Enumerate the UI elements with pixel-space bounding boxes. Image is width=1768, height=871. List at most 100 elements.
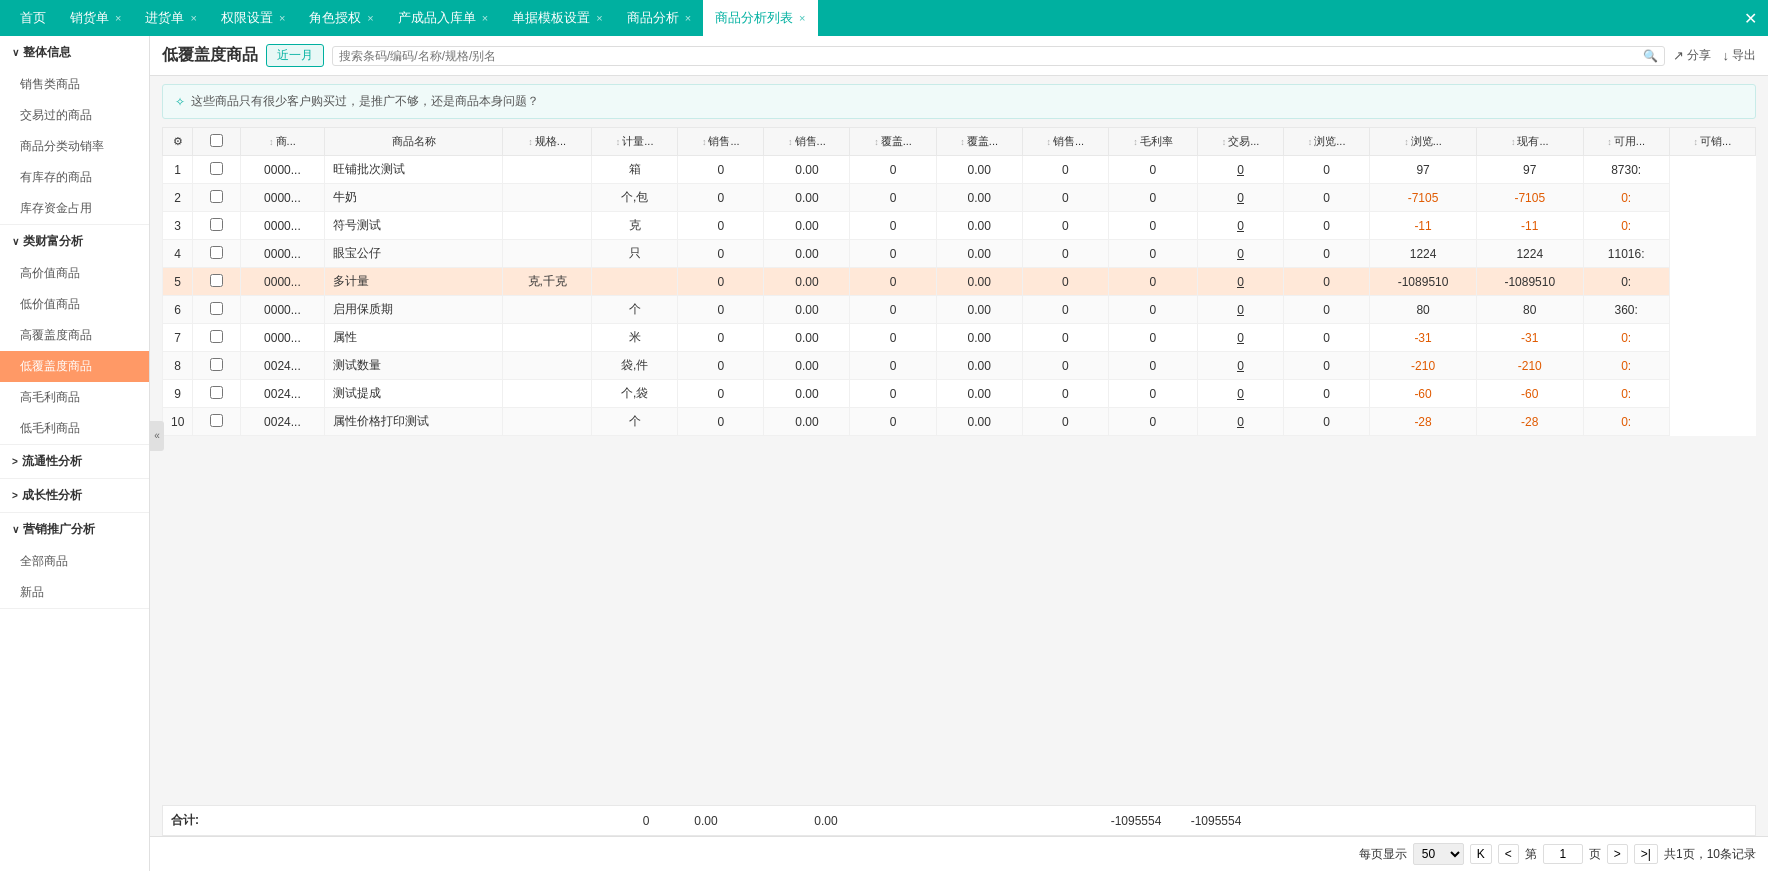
th-browse2[interactable]: 浏览... xyxy=(1370,128,1477,156)
cell-checkbox[interactable] xyxy=(193,212,240,240)
th-browse1[interactable]: 浏览... xyxy=(1284,128,1370,156)
sidebar-item-low-coverage[interactable]: 低覆盖度商品 xyxy=(0,351,149,382)
close-icon[interactable]: × xyxy=(596,12,602,24)
th-coverage1[interactable]: 覆盖... xyxy=(850,128,936,156)
cell-s7[interactable]: 0 xyxy=(1197,268,1283,296)
cell-spec xyxy=(503,380,592,408)
sidebar-item-high-margin[interactable]: 高毛利商品 xyxy=(0,382,149,413)
th-sales3[interactable]: 销售... xyxy=(1022,128,1108,156)
close-icon[interactable]: × xyxy=(685,12,691,24)
sidebar-section-title-liquidity[interactable]: > 流通性分析 xyxy=(0,445,149,478)
nav-tab-home[interactable]: 首页 xyxy=(8,0,58,36)
row-checkbox[interactable] xyxy=(210,274,223,287)
page-number-input[interactable] xyxy=(1543,844,1583,864)
th-available[interactable]: 可用... xyxy=(1583,128,1669,156)
sidebar-item-traded-goods[interactable]: 交易过的商品 xyxy=(0,100,149,131)
close-icon[interactable]: × xyxy=(799,12,805,24)
cell-s9: -1089510 xyxy=(1370,268,1477,296)
th-name[interactable]: 商品名称 xyxy=(325,128,503,156)
search-input[interactable] xyxy=(339,49,1643,63)
th-settings[interactable]: ⚙ xyxy=(163,128,193,156)
cell-checkbox[interactable] xyxy=(193,184,240,212)
close-icon[interactable]: × xyxy=(115,12,121,24)
th-sales2[interactable]: 销售... xyxy=(764,128,850,156)
th-coverage2[interactable]: 覆盖... xyxy=(936,128,1022,156)
close-icon[interactable]: × xyxy=(190,12,196,24)
row-checkbox[interactable] xyxy=(210,330,223,343)
cell-checkbox[interactable] xyxy=(193,296,240,324)
next-page-button[interactable]: > xyxy=(1607,844,1628,864)
cell-s7[interactable]: 0 xyxy=(1197,184,1283,212)
cell-s7[interactable]: 0 xyxy=(1197,324,1283,352)
cell-s7[interactable]: 0 xyxy=(1197,408,1283,436)
row-checkbox[interactable] xyxy=(210,386,223,399)
th-current[interactable]: 现有... xyxy=(1476,128,1583,156)
nav-tab-products[interactable]: 产成品入库单 × xyxy=(386,0,500,36)
first-page-button[interactable]: K xyxy=(1470,844,1492,864)
close-icon[interactable]: × xyxy=(367,12,373,24)
close-window-button[interactable]: ✕ xyxy=(1740,9,1760,28)
row-checkbox[interactable] xyxy=(210,246,223,259)
close-icon[interactable]: × xyxy=(279,12,285,24)
row-checkbox[interactable] xyxy=(210,302,223,315)
filter-period-button[interactable]: 近一月 xyxy=(266,44,324,67)
row-checkbox[interactable] xyxy=(210,190,223,203)
row-checkbox[interactable] xyxy=(210,358,223,371)
th-transaction[interactable]: 交易... xyxy=(1197,128,1283,156)
th-unit[interactable]: 计量... xyxy=(592,128,678,156)
cell-s5: 0 xyxy=(1022,380,1108,408)
nav-tab-analysis-list[interactable]: 商品分析列表 × xyxy=(703,0,817,36)
th-margin[interactable]: 毛利率 xyxy=(1108,128,1197,156)
cell-s7[interactable]: 0 xyxy=(1197,212,1283,240)
cell-s7[interactable]: 0 xyxy=(1197,240,1283,268)
last-page-button[interactable]: >| xyxy=(1634,844,1658,864)
sidebar-item-new-goods[interactable]: 新品 xyxy=(0,577,149,608)
search-icon[interactable]: 🔍 xyxy=(1643,49,1658,63)
cell-checkbox[interactable] xyxy=(193,380,240,408)
cell-s3: 0 xyxy=(850,324,936,352)
cell-checkbox[interactable] xyxy=(193,324,240,352)
cell-checkbox[interactable] xyxy=(193,352,240,380)
th-sellable[interactable]: 可销... xyxy=(1669,128,1755,156)
export-button[interactable]: ↓ 导出 xyxy=(1723,47,1757,64)
row-checkbox[interactable] xyxy=(210,162,223,175)
sidebar-item-category-rate[interactable]: 商品分类动销率 xyxy=(0,131,149,162)
sidebar-item-low-value[interactable]: 低价值商品 xyxy=(0,289,149,320)
nav-tab-purchase[interactable]: 进货单 × xyxy=(133,0,208,36)
sidebar-item-sales-goods[interactable]: 销售类商品 xyxy=(0,69,149,100)
cell-s7[interactable]: 0 xyxy=(1197,296,1283,324)
cell-s7[interactable]: 0 xyxy=(1197,156,1283,184)
cell-s7[interactable]: 0 xyxy=(1197,352,1283,380)
cell-checkbox[interactable] xyxy=(193,408,240,436)
row-checkbox[interactable] xyxy=(210,218,223,231)
nav-tab-analysis[interactable]: 商品分析 × xyxy=(615,0,703,36)
th-spec[interactable]: 规格... xyxy=(503,128,592,156)
cell-checkbox[interactable] xyxy=(193,156,240,184)
page-size-select[interactable]: 50 100 200 xyxy=(1413,843,1464,865)
sidebar-section-title-marketing[interactable]: ∨ 营销推广分析 xyxy=(0,513,149,546)
th-sales1[interactable]: 销售... xyxy=(678,128,764,156)
sidebar-item-stocked-goods[interactable]: 有库存的商品 xyxy=(0,162,149,193)
nav-tab-templates[interactable]: 单据模板设置 × xyxy=(500,0,614,36)
sidebar-section-title-overview[interactable]: ∨ 整体信息 xyxy=(0,36,149,69)
share-button[interactable]: ↗ 分享 xyxy=(1673,47,1711,64)
sidebar-section-title-wealth[interactable]: ∨ 类财富分析 xyxy=(0,225,149,258)
nav-tab-sales[interactable]: 销货单 × xyxy=(58,0,133,36)
cell-s7[interactable]: 0 xyxy=(1197,380,1283,408)
cell-checkbox[interactable] xyxy=(193,240,240,268)
select-all-checkbox[interactable] xyxy=(210,134,223,147)
sidebar-item-inventory-capital[interactable]: 库存资金占用 xyxy=(0,193,149,224)
sidebar-item-all-goods[interactable]: 全部商品 xyxy=(0,546,149,577)
sidebar-section-title-growth[interactable]: > 成长性分析 xyxy=(0,479,149,512)
sidebar-item-high-coverage[interactable]: 高覆盖度商品 xyxy=(0,320,149,351)
close-icon[interactable]: × xyxy=(482,12,488,24)
sidebar-collapse-toggle[interactable]: « xyxy=(150,421,164,451)
nav-tab-role[interactable]: 角色授权 × xyxy=(297,0,385,36)
cell-checkbox[interactable] xyxy=(193,268,240,296)
row-checkbox[interactable] xyxy=(210,414,223,427)
sidebar-item-high-value[interactable]: 高价值商品 xyxy=(0,258,149,289)
th-code[interactable]: 商... xyxy=(240,128,325,156)
prev-page-button[interactable]: < xyxy=(1498,844,1519,864)
nav-tab-permissions[interactable]: 权限设置 × xyxy=(209,0,297,36)
sidebar-item-low-margin[interactable]: 低毛利商品 xyxy=(0,413,149,444)
